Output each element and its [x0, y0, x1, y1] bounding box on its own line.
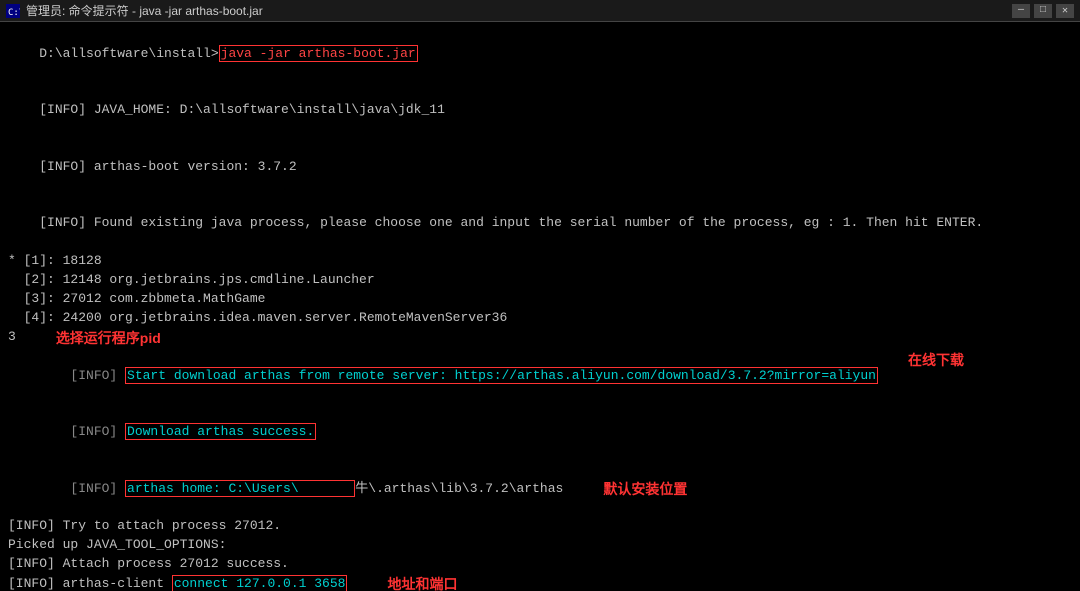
input-3: 3 — [8, 328, 16, 347]
home-lines: [INFO] arthas home: C:\Users\ 牛\.arthas\… — [8, 461, 563, 518]
connect-highlight: connect 127.0.0.1 3658 — [172, 575, 348, 591]
home-block: [INFO] arthas home: C:\Users\ 牛\.arthas\… — [8, 461, 1072, 518]
line-attach2: [INFO] Attach process 27012 success. — [8, 555, 1072, 574]
dl1-highlight: Start download arthas from remote server… — [125, 367, 878, 384]
line-proc1: * [1]: 18128 — [8, 252, 1072, 271]
close-button[interactable]: ✕ — [1056, 4, 1074, 18]
default-install-annotation: 默认安装位置 — [603, 479, 687, 499]
dl2-highlight: Download arthas success. — [125, 423, 316, 440]
minimize-button[interactable]: — — [1012, 4, 1030, 18]
line-proc4: [4]: 24200 org.jetbrains.idea.maven.serv… — [8, 309, 1072, 328]
select-pid-annotation: 选择运行程序pid — [56, 328, 161, 348]
info-tag1: [INFO] JAVA_HOME: D:\allsoftware\install… — [39, 102, 445, 117]
connect-line: [INFO] arthas-client connect 127.0.0.1 3… — [8, 575, 347, 591]
title-bar-left: C:\ 管理员: 命令提示符 - java -jar arthas-boot.j… — [6, 2, 263, 19]
line-path-command: D:\allsoftware\install>java -jar arthas-… — [8, 26, 1072, 83]
path-prompt: D:\allsoftware\install> — [39, 46, 218, 61]
info-tag2: [INFO] arthas-boot version: 3.7.2 — [39, 159, 296, 174]
line-info2: [INFO] arthas-boot version: 3.7.2 — [8, 139, 1072, 196]
svg-text:C:\: C:\ — [8, 8, 20, 18]
line-picked: Picked up JAVA_TOOL_OPTIONS: — [8, 536, 1072, 555]
line-proc3: [3]: 27012 com.zbbmeta.MathGame — [8, 290, 1072, 309]
line-proc2: [2]: 12148 org.jetbrains.jps.cmdline.Lau… — [8, 271, 1072, 290]
line-dl1: [INFO] Start download arthas from remote… — [8, 348, 878, 405]
terminal-window[interactable]: D:\allsoftware\install>java -jar arthas-… — [0, 22, 1080, 591]
online-download-annotation: 在线下载 — [908, 350, 964, 370]
cmd-icon: C:\ — [6, 4, 20, 18]
download-block: [INFO] Start download arthas from remote… — [8, 348, 1072, 461]
addr-port-annotation: 地址和端口 — [387, 574, 457, 591]
title-text: 管理员: 命令提示符 - java -jar arthas-boot.jar — [26, 2, 263, 19]
line-home1: [INFO] arthas home: C:\Users\ 牛\.arthas\… — [8, 461, 563, 518]
line-select: 3 选择运行程序pid — [8, 328, 1072, 348]
maximize-button[interactable]: □ — [1034, 4, 1052, 18]
home-highlight: arthas home: C:\Users\ — [125, 480, 355, 497]
line-attach1: [INFO] Try to attach process 27012. — [8, 517, 1072, 536]
info-tag3: [INFO] Found existing java process, plea… — [39, 215, 983, 230]
line-info3: [INFO] Found existing java process, plea… — [8, 196, 1072, 253]
line-info1: [INFO] JAVA_HOME: D:\allsoftware\install… — [8, 83, 1072, 140]
connect-block: [INFO] arthas-client connect 127.0.0.1 3… — [8, 574, 1072, 591]
download-lines: [INFO] Start download arthas from remote… — [8, 348, 878, 461]
arthas-client-text: [INFO] arthas-client — [8, 576, 172, 591]
title-bar: C:\ 管理员: 命令提示符 - java -jar arthas-boot.j… — [0, 0, 1080, 22]
window-controls: — □ ✕ — [1012, 4, 1074, 18]
command-highlight: java -jar arthas-boot.jar — [219, 45, 418, 62]
line-dl2: [INFO] Download arthas success. — [8, 404, 878, 461]
